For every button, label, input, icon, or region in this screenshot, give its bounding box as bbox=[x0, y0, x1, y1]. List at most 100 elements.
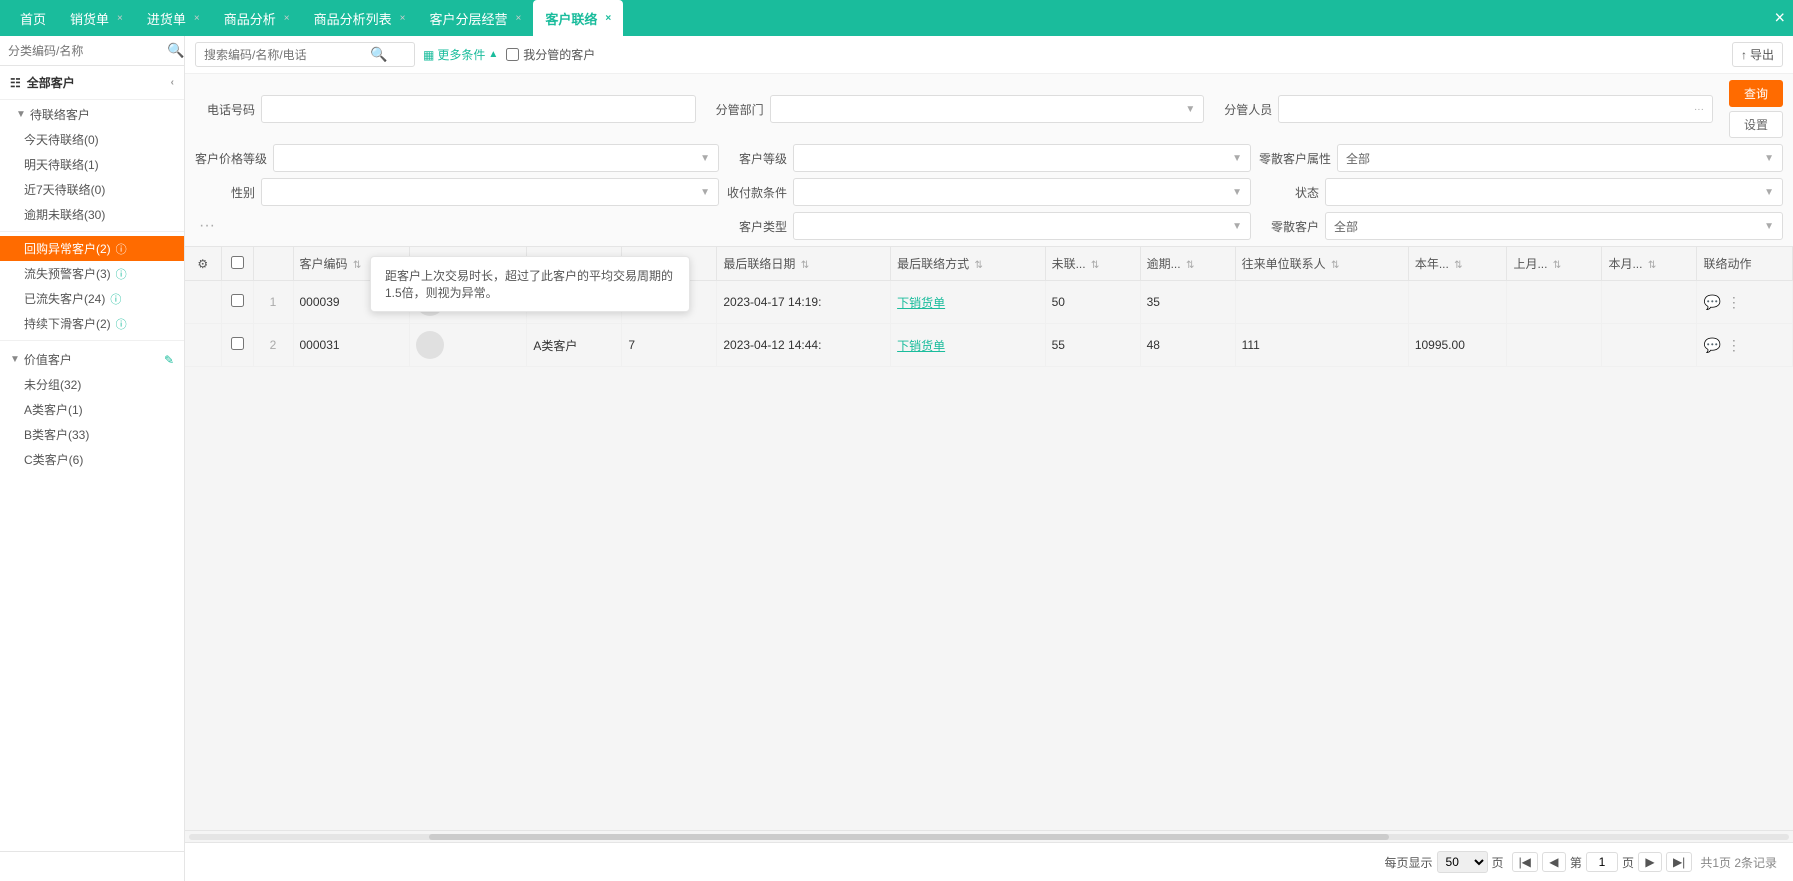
sidebar-item-c-customers[interactable]: C类客户(6) bbox=[0, 447, 184, 472]
filter-input-department[interactable]: ▼ bbox=[770, 95, 1205, 123]
sidebar-search-input[interactable] bbox=[8, 44, 163, 58]
filter-input-price-level[interactable]: ▼ bbox=[273, 144, 719, 172]
col-header-settings[interactable]: ⚙ bbox=[185, 247, 221, 281]
edit-icon[interactable]: ✎ bbox=[164, 353, 174, 367]
nav-tab-customer-layer[interactable]: 客户分层经营 × bbox=[417, 0, 533, 36]
query-button[interactable]: 查询 bbox=[1729, 80, 1783, 107]
filter-item-customer-level: 客户等级 ▼ bbox=[727, 144, 1251, 172]
per-page-dropdown[interactable]: 50 20 100 bbox=[1437, 851, 1488, 873]
info-icon-declining: ⓘ bbox=[116, 316, 127, 332]
col-header-overdue[interactable]: 逾期... ⇅ bbox=[1140, 247, 1235, 281]
filter-input-customer-type[interactable]: ▼ bbox=[793, 212, 1251, 240]
sidebar-item-a-customers[interactable]: A类客户(1) bbox=[0, 397, 184, 422]
sidebar-group-value-customers[interactable]: ▼ 价值客户 ✎ bbox=[0, 345, 184, 372]
sidebar-item-7day-pending[interactable]: 近7天待联络(0) bbox=[0, 177, 184, 202]
col-header-checkbox[interactable] bbox=[221, 247, 253, 281]
select-all-checkbox[interactable] bbox=[231, 256, 244, 269]
row-method-cell[interactable]: 下销货单 bbox=[891, 281, 1045, 324]
sidebar-item-today-pending[interactable]: 今天待联络(0) bbox=[0, 127, 184, 152]
sidebar-item-churned[interactable]: 已流失客户(24) ⓘ bbox=[0, 286, 184, 311]
filter-input-gender[interactable]: ▼ bbox=[261, 178, 719, 206]
sort-icon-this-year: ⇅ bbox=[1454, 260, 1462, 271]
phone-input[interactable] bbox=[270, 102, 687, 116]
filter-search-icon[interactable]: 🔍 bbox=[370, 46, 387, 63]
close-all-tabs[interactable]: × bbox=[1774, 8, 1785, 29]
nav-tab-customer-contact[interactable]: 客户联络 × bbox=[533, 0, 623, 36]
chevron-down-icon-level: ▼ bbox=[1232, 153, 1242, 164]
nav-tab-product-analysis[interactable]: 商品分析 × bbox=[212, 0, 302, 36]
horizontal-scrollbar[interactable] bbox=[185, 830, 1793, 842]
prev-page-btn[interactable]: ◀ bbox=[1542, 852, 1566, 872]
sidebar-item-overdue-pending[interactable]: 逾期未联络(30) bbox=[0, 202, 184, 227]
filter-dots-btn[interactable]: ··· bbox=[195, 217, 219, 235]
first-page-btn[interactable]: |◀ bbox=[1512, 852, 1538, 872]
scroll-thumb[interactable] bbox=[429, 834, 1389, 840]
action-chat-icon[interactable]: 💬 bbox=[1703, 337, 1720, 354]
filter-item-customer-type: 客户类型 ▼ bbox=[727, 212, 1251, 240]
sidebar-item-repurchase-abnormal[interactable]: 回购异常客户(2) ⓘ bbox=[0, 236, 184, 261]
row-checkbox-1[interactable] bbox=[231, 337, 244, 350]
chevron-down-icon-dept: ▼ bbox=[1185, 104, 1195, 115]
col-header-unread[interactable]: 未联... ⇅ bbox=[1045, 247, 1140, 281]
col-header-last-contact-date[interactable]: 最后联络日期 ⇅ bbox=[717, 247, 891, 281]
sidebar-group-pending[interactable]: ▼ 待联络客户 bbox=[0, 100, 184, 127]
action-chat-icon[interactable]: 💬 bbox=[1703, 294, 1720, 311]
row-checkbox-cell[interactable] bbox=[221, 324, 253, 367]
settings-icon[interactable]: ⚙ bbox=[197, 257, 208, 271]
filter-input-payment[interactable]: ▼ bbox=[793, 178, 1251, 206]
row-this-year-cell: 10995.00 bbox=[1408, 324, 1507, 367]
sidebar-search-icon[interactable]: 🔍 bbox=[167, 42, 184, 59]
row-this-month-cell bbox=[1602, 324, 1697, 367]
close-customer-layer-tab[interactable]: × bbox=[515, 13, 521, 24]
page-navigation: |◀ ◀ 第 页 ▶ ▶| bbox=[1512, 852, 1693, 872]
close-sales-tab[interactable]: × bbox=[117, 13, 123, 24]
sidebar-item-churn-warning[interactable]: 流失预警客户(3) ⓘ bbox=[0, 261, 184, 286]
sidebar-all-customers[interactable]: ☷ 全部客户 ‹ bbox=[0, 66, 184, 100]
my-customers-checkbox[interactable] bbox=[506, 48, 519, 61]
row-unread-cell: 50 bbox=[1045, 281, 1140, 324]
row-contacts-cell: 111 bbox=[1235, 324, 1408, 367]
filter-input-retail-attr[interactable]: 全部 ▼ bbox=[1337, 144, 1783, 172]
next-page-btn[interactable]: ▶ bbox=[1638, 852, 1662, 872]
sidebar-item-declining[interactable]: 持续下滑客户(2) ⓘ bbox=[0, 311, 184, 336]
nav-tab-sales[interactable]: 销货单 × bbox=[58, 0, 135, 36]
sidebar-item-ungroup[interactable]: 未分组(32) bbox=[0, 372, 184, 397]
last-contact-method-link[interactable]: 下销货单 bbox=[897, 296, 945, 310]
pagination-bar: 每页显示 50 20 100 页 |◀ ◀ 第 页 ▶ ▶| 共1页 2条记录 bbox=[185, 842, 1793, 881]
close-purchase-tab[interactable]: × bbox=[194, 13, 200, 24]
sidebar-item-tomorrow-pending[interactable]: 明天待联络(1) bbox=[0, 152, 184, 177]
filter-input-customer-level[interactable]: ▼ bbox=[793, 144, 1251, 172]
filter-input-retail-customer[interactable]: 全部 ▼ bbox=[1325, 212, 1783, 240]
row-checkbox-cell[interactable] bbox=[221, 281, 253, 324]
filter-input-phone[interactable] bbox=[261, 95, 696, 123]
nav-tab-home[interactable]: 首页 bbox=[8, 0, 58, 36]
filter-input-person[interactable]: ··· bbox=[1278, 95, 1713, 123]
action-more-icon[interactable]: ⋮ bbox=[1727, 337, 1741, 354]
filter-search-input[interactable] bbox=[204, 48, 364, 62]
last-page-btn[interactable]: ▶| bbox=[1666, 852, 1692, 872]
row-method-cell[interactable]: 下销货单 bbox=[891, 324, 1045, 367]
filter-input-status[interactable]: ▼ bbox=[1325, 178, 1783, 206]
col-header-contacts[interactable]: 往来单位联系人 ⇅ bbox=[1235, 247, 1408, 281]
col-header-last-month[interactable]: 上月... ⇅ bbox=[1507, 247, 1602, 281]
my-customers-checkbox-label[interactable]: 我分管的客户 bbox=[506, 46, 595, 63]
settings-button[interactable]: 设置 bbox=[1729, 111, 1783, 138]
close-product-analysis-tab[interactable]: × bbox=[284, 13, 290, 24]
close-product-list-tab[interactable]: × bbox=[400, 13, 406, 24]
action-more-icon[interactable]: ⋮ bbox=[1727, 294, 1741, 311]
col-header-this-month[interactable]: 本月... ⇅ bbox=[1602, 247, 1697, 281]
last-contact-method-link[interactable]: 下销货单 bbox=[897, 339, 945, 353]
row-checkbox-0[interactable] bbox=[231, 294, 244, 307]
sidebar-collapse-btn[interactable]: ‹ bbox=[171, 77, 174, 88]
close-customer-contact-tab[interactable]: × bbox=[605, 13, 611, 24]
col-header-this-year[interactable]: 本年... ⇅ bbox=[1408, 247, 1507, 281]
sidebar-item-b-customers[interactable]: B类客户(33) bbox=[0, 422, 184, 447]
col-header-last-contact-method[interactable]: 最后联络方式 ⇅ bbox=[891, 247, 1045, 281]
page-number-input[interactable] bbox=[1586, 852, 1618, 872]
sort-icon-this-month: ⇅ bbox=[1648, 260, 1656, 271]
nav-tab-product-list[interactable]: 商品分析列表 × bbox=[302, 0, 418, 36]
arrow-down-icon-2: ▼ bbox=[10, 354, 20, 365]
nav-tab-purchase[interactable]: 进货单 × bbox=[135, 0, 212, 36]
filter-more-btn[interactable]: ▦ 更多条件 ▲ bbox=[423, 46, 498, 63]
export-btn[interactable]: ↑ 导出 bbox=[1732, 42, 1783, 67]
